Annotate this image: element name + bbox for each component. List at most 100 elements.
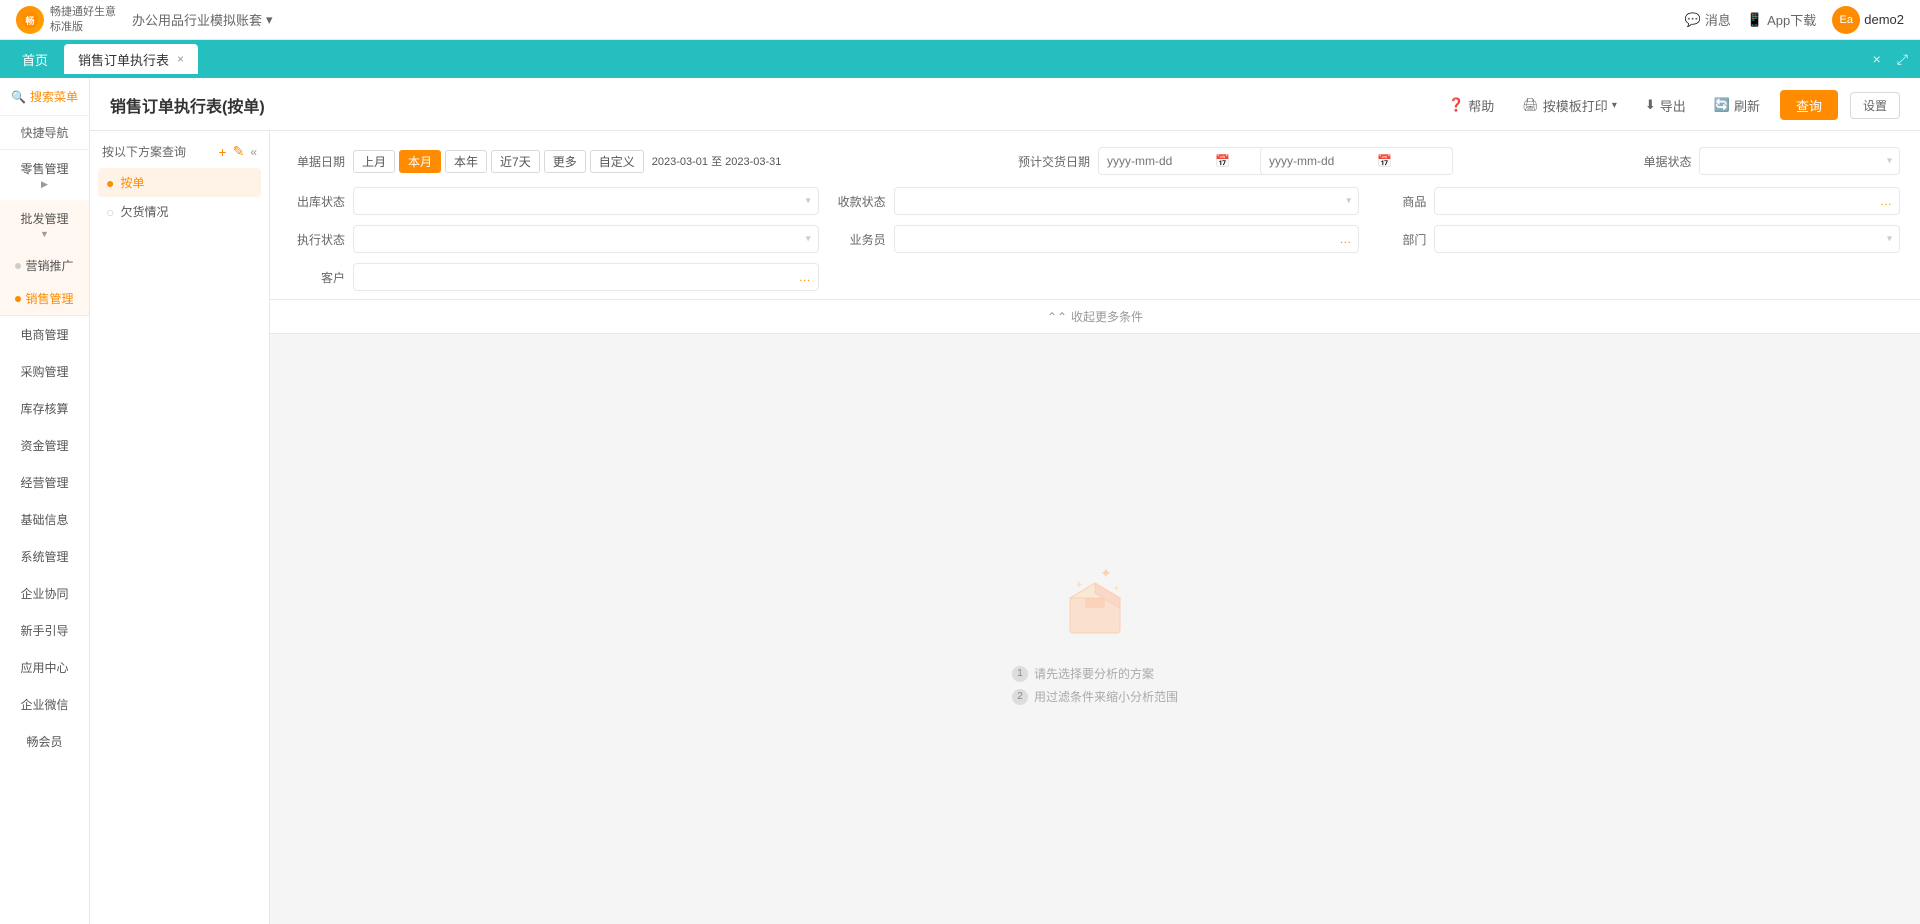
expected-date-to[interactable] bbox=[1260, 147, 1453, 175]
sidebar-item-basic[interactable]: 基础信息 bbox=[0, 501, 89, 538]
sidebar-item-enterprise[interactable]: 企业协同 bbox=[0, 575, 89, 612]
date-btn-more[interactable]: 更多 bbox=[544, 150, 586, 173]
date-btn-7days[interactable]: 近7天 bbox=[491, 150, 540, 173]
salesperson-input[interactable] bbox=[894, 225, 1360, 253]
add-icon: + bbox=[218, 144, 226, 160]
app-download-action[interactable]: 📱 App下载 bbox=[1747, 10, 1816, 29]
filter-row-2: 出库状态 ▾ 收款状态 ▾ bbox=[290, 187, 1900, 215]
maximize-icon[interactable]: ⤢ bbox=[1893, 47, 1912, 72]
scheme-by-owe[interactable]: ○ 欠货情况 bbox=[98, 197, 261, 226]
salesperson-more-icon[interactable]: … bbox=[1339, 232, 1351, 246]
date-btn-custom[interactable]: 自定义 bbox=[590, 150, 644, 173]
receipt-status-select[interactable] bbox=[894, 187, 1360, 215]
sidebar: 🔍 搜索菜单 快捷导航 零售管理 ▶ 批发管理 ▼ 营销推广 销售管理 bbox=[0, 78, 90, 924]
order-status-select[interactable] bbox=[1699, 147, 1900, 175]
customer-more-icon[interactable]: … bbox=[799, 270, 811, 284]
order-status-label: 单据状态 bbox=[1636, 153, 1691, 170]
goods-input[interactable] bbox=[1434, 187, 1900, 215]
filter-customer: 客户 … bbox=[290, 263, 819, 291]
help-button[interactable]: ❓ 帮助 bbox=[1440, 92, 1502, 119]
collapse-more-button[interactable]: ⌃⌃ 收起更多条件 bbox=[1047, 308, 1143, 325]
print-label: 按模板打印 bbox=[1543, 96, 1608, 115]
app-center-label: 应用中心 bbox=[20, 659, 68, 676]
exec-status-select[interactable] bbox=[353, 225, 819, 253]
purchase-label: 采购管理 bbox=[20, 363, 68, 380]
page-header-actions: ❓ 帮助 🖨 按模板打印 ▾ ⬇ 导出 🔄 刷新 查询 bbox=[1440, 90, 1900, 120]
wechat-label: 企业微信 bbox=[20, 696, 68, 713]
settings-button[interactable]: 设置 bbox=[1850, 92, 1900, 119]
collapse-more-bar[interactable]: ⌃⌃ 收起更多条件 bbox=[270, 300, 1920, 334]
receipt-status-label: 收款状态 bbox=[831, 193, 886, 210]
filter-stock-status: 出库状态 ▾ bbox=[290, 187, 819, 215]
salesperson-label: 业务员 bbox=[831, 231, 886, 248]
sidebar-item-app-center[interactable]: 应用中心 bbox=[0, 649, 89, 686]
tip-num-2: 2 bbox=[1012, 689, 1028, 705]
goods-more-icon[interactable]: … bbox=[1880, 194, 1892, 208]
svg-text:✦: ✦ bbox=[1113, 584, 1120, 593]
company-selector[interactable]: 办公用品行业模拟账套 ▾ bbox=[124, 10, 281, 29]
edit-scheme-button[interactable]: ✎ bbox=[233, 143, 245, 160]
quick-nav-label: 快捷导航 bbox=[20, 126, 68, 140]
sidebar-search-section: 🔍 搜索菜单 bbox=[0, 78, 89, 116]
help-icon: ❓ bbox=[1448, 97, 1464, 113]
message-action[interactable]: 💬 消息 bbox=[1685, 10, 1731, 29]
add-scheme-button[interactable]: + bbox=[218, 143, 226, 160]
close-tab-icon[interactable]: × bbox=[177, 52, 184, 66]
collapse-panel-button[interactable]: « bbox=[250, 143, 257, 160]
sidebar-item-wechat[interactable]: 企业微信 bbox=[0, 686, 89, 723]
sidebar-item-wholesale[interactable]: 批发管理 ▼ bbox=[0, 200, 89, 249]
logo-icon: 畅 bbox=[16, 6, 44, 34]
app-icon: 📱 bbox=[1747, 12, 1763, 28]
sidebar-item-retail[interactable]: 零售管理 ▶ bbox=[0, 150, 89, 200]
sidebar-item-sales[interactable]: 销售管理 bbox=[0, 282, 89, 315]
filter-row-3: 执行状态 ▾ 业务员 … bbox=[290, 225, 1900, 253]
sidebar-item-system[interactable]: 系统管理 bbox=[0, 538, 89, 575]
customer-input[interactable] bbox=[353, 263, 819, 291]
print-icon: 🖨 bbox=[1522, 97, 1539, 113]
tab-home[interactable]: 首页 bbox=[8, 44, 62, 74]
svg-text:✦: ✦ bbox=[1100, 565, 1112, 581]
date-btn-this-year[interactable]: 本年 bbox=[445, 150, 487, 173]
wholesale-sub-menu: 营销推广 销售管理 bbox=[0, 249, 89, 316]
stock-status-select[interactable] bbox=[353, 187, 819, 215]
filter-salesperson: 业务员 … bbox=[831, 225, 1360, 253]
date-btn-this-month[interactable]: 本月 bbox=[399, 150, 441, 173]
content-area: 销售订单执行表(按单) ❓ 帮助 🖨 按模板打印 ▾ ⬇ 导出 🔄 刷新 bbox=[90, 78, 1920, 924]
tab-sales-order[interactable]: 销售订单执行表 × bbox=[64, 44, 198, 74]
basic-label: 基础信息 bbox=[20, 511, 68, 528]
by-owe-label: 欠货情况 bbox=[120, 203, 168, 220]
goods-label: 商品 bbox=[1371, 193, 1426, 210]
sidebar-item-ecommerce[interactable]: 电商管理 bbox=[0, 316, 89, 353]
marketing-dot-icon bbox=[15, 263, 21, 269]
quick-nav[interactable]: 快捷导航 bbox=[0, 116, 89, 149]
search-menu[interactable]: 🔍 搜索菜单 bbox=[0, 78, 89, 115]
data-area: 单据日期 上月 本月 本年 近7天 更多 自定义 2023-03-01 至 20… bbox=[270, 131, 1920, 924]
sidebar-item-finance[interactable]: 资金管理 bbox=[0, 427, 89, 464]
avatar-text: Ea bbox=[1840, 14, 1853, 26]
calendar-to-icon: 📅 bbox=[1377, 154, 1392, 168]
date-btn-last-month[interactable]: 上月 bbox=[353, 150, 395, 173]
newbie-label: 新手引导 bbox=[20, 622, 68, 639]
department-label: 部门 bbox=[1371, 231, 1426, 248]
sidebar-item-operation[interactable]: 经营管理 bbox=[0, 464, 89, 501]
sidebar-item-member[interactable]: 畅会员 bbox=[0, 723, 89, 760]
message-icon: 💬 bbox=[1685, 12, 1701, 28]
sidebar-item-marketing[interactable]: 营销推广 bbox=[0, 249, 89, 282]
by-owe-icon: ○ bbox=[106, 204, 114, 220]
department-select[interactable] bbox=[1434, 225, 1900, 253]
sidebar-item-newbie[interactable]: 新手引导 bbox=[0, 612, 89, 649]
refresh-icon: 🔄 bbox=[1714, 97, 1730, 113]
user-profile[interactable]: Ea demo2 bbox=[1832, 6, 1904, 34]
export-button[interactable]: ⬇ 导出 bbox=[1637, 92, 1694, 119]
logo-area: 畅 畅捷通好生意 标准版 bbox=[16, 5, 116, 34]
print-button[interactable]: 🖨 按模板打印 ▾ bbox=[1514, 92, 1625, 119]
sidebar-item-purchase[interactable]: 采购管理 bbox=[0, 353, 89, 390]
close-window-icon[interactable]: × bbox=[1869, 47, 1885, 71]
scheme-by-order[interactable]: ● 按单 bbox=[98, 168, 261, 197]
tip-text-1: 请先选择要分析的方案 bbox=[1034, 665, 1154, 682]
refresh-button[interactable]: 🔄 刷新 bbox=[1706, 92, 1768, 119]
inventory-label: 库存核算 bbox=[20, 400, 68, 417]
main-layout: 🔍 搜索菜单 快捷导航 零售管理 ▶ 批发管理 ▼ 营销推广 销售管理 bbox=[0, 78, 1920, 924]
sidebar-item-inventory[interactable]: 库存核算 bbox=[0, 390, 89, 427]
query-button[interactable]: 查询 bbox=[1780, 90, 1838, 120]
